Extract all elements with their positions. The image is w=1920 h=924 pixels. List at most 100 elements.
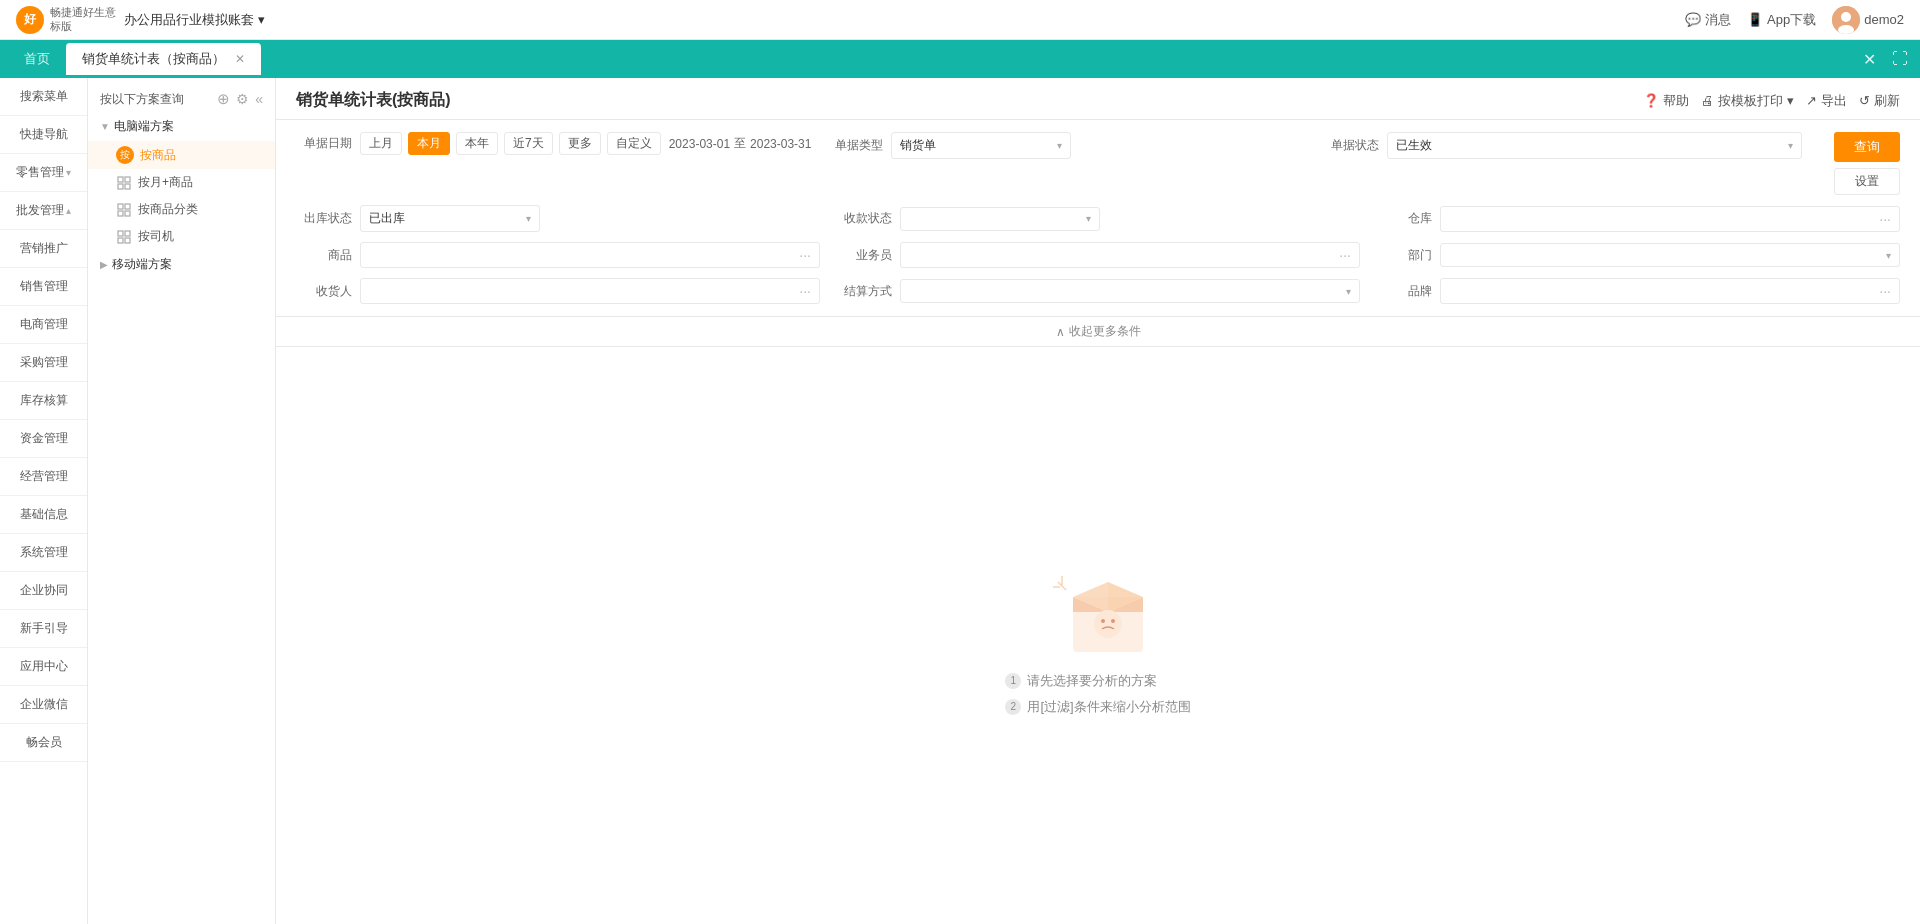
salesperson-label: 业务员	[836, 247, 892, 264]
sidebar-item-member[interactable]: 畅会员	[0, 724, 87, 762]
svg-rect-7	[118, 204, 123, 209]
export-btn[interactable]: ↗ 导出	[1806, 92, 1847, 110]
help-icon: ❓	[1643, 93, 1659, 108]
warehouse-status-select[interactable]: 已出库 ▾	[360, 205, 540, 232]
brand-dots[interactable]: ···	[1879, 283, 1891, 299]
group-expand-icon: ▼	[100, 121, 110, 132]
sidebar-item-guide[interactable]: 新手引导	[0, 610, 87, 648]
left-panel: 按以下方案查询 ⊕ ⚙ « ▼ 电脑端方案 按 按商品	[88, 78, 276, 924]
sidebar-item-retail[interactable]: 零售管理 ▾	[0, 154, 87, 192]
svg-rect-14	[125, 238, 130, 243]
brand-filter: 品牌 ···	[1376, 278, 1900, 304]
scheme-group-desktop: ▼ 电脑端方案 按 按商品 按月+商品 按商品分类	[88, 112, 275, 250]
svg-rect-13	[118, 238, 123, 243]
close-window-icon[interactable]: ✕	[1859, 46, 1880, 73]
sidebar-item-sales-mgmt[interactable]: 销售管理	[0, 268, 87, 306]
sidebar-item-basic-info[interactable]: 基础信息	[0, 496, 87, 534]
chevron-down-icon: ▾	[66, 167, 71, 178]
chevron-down-icon: ▾	[258, 12, 265, 27]
svg-point-1	[1841, 12, 1851, 22]
date-btn-custom[interactable]: 自定义	[607, 132, 661, 155]
tab-bar: 首页 销货单统计表（按商品） ✕ ✕ ⛶	[0, 40, 1920, 78]
logo-icon: 好	[16, 6, 44, 34]
select-arrow-icon-6: ▾	[1346, 286, 1351, 297]
department-select[interactable]: ▾	[1440, 243, 1900, 267]
salesperson-dots[interactable]: ···	[1339, 247, 1351, 263]
download-icon: 📱	[1747, 12, 1763, 27]
payment-status-select[interactable]: ▾	[900, 207, 1100, 231]
doc-status-label: 单据状态	[1323, 137, 1379, 154]
goods-label: 商品	[296, 247, 352, 264]
select-arrow-icon-3: ▾	[526, 213, 531, 224]
sidebar-item-finance[interactable]: 资金管理	[0, 420, 87, 458]
settings-scheme-icon[interactable]: ⚙	[236, 91, 249, 107]
settlement-select[interactable]: ▾	[900, 279, 1360, 303]
add-scheme-icon[interactable]: ⊕	[217, 90, 230, 108]
tab-close-icon[interactable]: ✕	[235, 52, 245, 66]
industry-selector[interactable]: 办公用品行业模拟账套 ▾	[124, 11, 265, 29]
sidebar-item-quick-nav[interactable]: 快捷导航	[0, 116, 87, 154]
scheme-item-by-month-goods[interactable]: 按月+商品	[88, 169, 275, 196]
sidebar-item-marketing[interactable]: 营销推广	[0, 230, 87, 268]
warehouse-input[interactable]: ···	[1440, 206, 1900, 232]
goods-input[interactable]: ···	[360, 242, 820, 268]
scheme-item-by-goods[interactable]: 按 按商品	[88, 141, 275, 169]
sidebar-item-inventory[interactable]: 库存核算	[0, 382, 87, 420]
salesperson-input[interactable]: ···	[900, 242, 1360, 268]
doc-status-select[interactable]: 已生效 ▾	[1387, 132, 1802, 159]
warehouse-dots[interactable]: ···	[1879, 211, 1891, 227]
template-print-btn[interactable]: 🖨 按模板打印 ▾	[1701, 92, 1794, 110]
sidebar-item-wholesale[interactable]: 批发管理 ▴	[0, 192, 87, 230]
date-btn-this-month[interactable]: 本月	[408, 132, 450, 155]
collapse-row[interactable]: ∧ 收起更多条件	[276, 317, 1920, 347]
date-btn-last-7-days[interactable]: 近7天	[504, 132, 553, 155]
payment-status-filter: 收款状态 ▾	[836, 207, 1360, 231]
settings-button[interactable]: 设置	[1834, 168, 1900, 195]
message-btn[interactable]: 💬 消息	[1685, 11, 1731, 29]
group-expand-icon-mobile: ▶	[100, 259, 108, 270]
tab-home[interactable]: 首页	[8, 43, 66, 75]
user-area[interactable]: demo2	[1832, 6, 1904, 34]
tab-sales-stat[interactable]: 销货单统计表（按商品） ✕	[66, 43, 261, 75]
settlement-filter: 结算方式 ▾	[836, 279, 1360, 303]
sidebar-item-enterprise[interactable]: 企业协同	[0, 572, 87, 610]
query-button[interactable]: 查询	[1834, 132, 1900, 162]
filter-row-4: 收货人 ··· 结算方式 ▾ 品牌	[296, 278, 1900, 304]
scheme-group-title-desktop[interactable]: ▼ 电脑端方案	[88, 112, 275, 141]
date-btn-this-year[interactable]: 本年	[456, 132, 498, 155]
select-arrow-icon-2: ▾	[1788, 140, 1793, 151]
sidebar-item-app-center[interactable]: 应用中心	[0, 648, 87, 686]
date-range: 2023-03-01 至 2023-03-31	[669, 135, 812, 152]
consignee-dots[interactable]: ···	[799, 283, 811, 299]
consignee-input[interactable]: ···	[360, 278, 820, 304]
refresh-btn[interactable]: ↺ 刷新	[1859, 92, 1900, 110]
tip-item-1: 1 请先选择要分析的方案	[1005, 668, 1190, 694]
scheme-item-by-category[interactable]: 按商品分类	[88, 196, 275, 223]
settlement-label: 结算方式	[836, 283, 892, 300]
goods-dots[interactable]: ···	[799, 247, 811, 263]
doc-type-select[interactable]: 销货单 ▾	[891, 132, 1071, 159]
scheme-group-title-mobile[interactable]: ▶ 移动端方案	[88, 250, 275, 279]
sidebar-item-wechat[interactable]: 企业微信	[0, 686, 87, 724]
sidebar-item-search[interactable]: 搜索菜单	[0, 78, 87, 116]
scheme-item-by-machine[interactable]: 按司机	[88, 223, 275, 250]
help-btn[interactable]: ❓ 帮助	[1643, 92, 1689, 110]
collapse-icon: ∧	[1056, 325, 1065, 339]
collapse-panel-icon[interactable]: «	[255, 91, 263, 107]
sidebar-item-purchase[interactable]: 采购管理	[0, 344, 87, 382]
print-icon: 🖨	[1701, 93, 1714, 108]
svg-rect-8	[125, 204, 130, 209]
date-btn-more[interactable]: 更多	[559, 132, 601, 155]
sidebar-item-ecommerce[interactable]: 电商管理	[0, 306, 87, 344]
salesperson-filter: 业务员 ···	[836, 242, 1360, 268]
empty-tips: 1 请先选择要分析的方案 2 用[过滤]条件来缩小分析范围	[1005, 668, 1190, 720]
date-btn-last-month[interactable]: 上月	[360, 132, 402, 155]
maximize-icon[interactable]: ⛶	[1888, 46, 1912, 72]
department-filter: 部门 ▾	[1376, 243, 1900, 267]
svg-point-21	[1101, 619, 1105, 623]
brand-input[interactable]: ···	[1440, 278, 1900, 304]
app-download-btn[interactable]: 📱 App下载	[1747, 11, 1816, 29]
sidebar-item-system[interactable]: 系统管理	[0, 534, 87, 572]
sidebar-item-operations[interactable]: 经营管理	[0, 458, 87, 496]
department-label: 部门	[1376, 247, 1432, 264]
